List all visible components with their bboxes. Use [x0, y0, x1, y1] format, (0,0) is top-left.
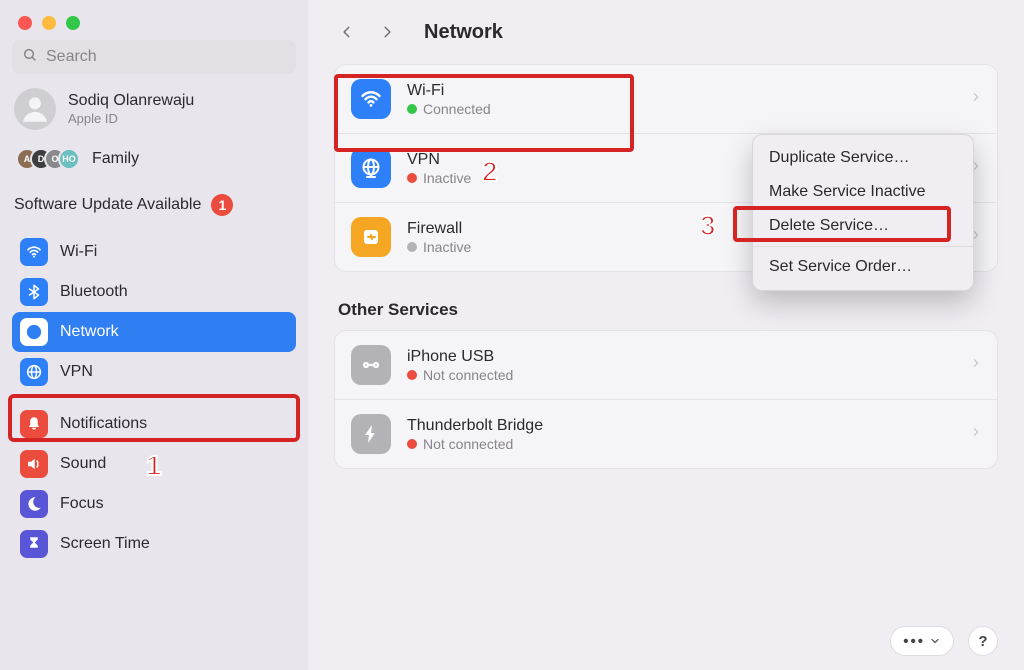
- minimize-window-button[interactable]: [42, 16, 56, 30]
- service-status: Inactive: [423, 170, 471, 186]
- bluetooth-icon: [20, 278, 48, 306]
- sidebar-item-label: Screen Time: [60, 535, 150, 553]
- service-status: Not connected: [423, 436, 513, 452]
- close-window-button[interactable]: [18, 16, 32, 30]
- sidebar-item-label: VPN: [60, 363, 93, 381]
- sidebar-item-family[interactable]: A D O HO Family: [12, 148, 296, 170]
- service-label: Thunderbolt Bridge: [407, 417, 543, 435]
- sidebar-item-label: Focus: [60, 495, 104, 513]
- sidebar-item-network[interactable]: Network: [12, 312, 296, 352]
- status-dot-icon: [407, 104, 417, 114]
- service-label: Firewall: [407, 220, 471, 238]
- speaker-icon: [20, 450, 48, 478]
- account-sub: Apple ID: [68, 111, 194, 126]
- service-row-wifi[interactable]: Wi-Fi Connected: [335, 65, 997, 133]
- status-dot-icon: [407, 370, 417, 380]
- sidebar: Search Sodiq Olanrewaju Apple ID A D O H…: [0, 0, 308, 670]
- sidebar-item-label: Wi-Fi: [60, 243, 97, 261]
- menu-item-make-inactive[interactable]: Make Service Inactive: [753, 175, 973, 209]
- sidebar-item-label: Network: [60, 323, 119, 341]
- service-label: VPN: [407, 151, 471, 169]
- window-root: Search Sodiq Olanrewaju Apple ID A D O H…: [0, 0, 1024, 670]
- sidebar-item-notifications[interactable]: Notifications: [12, 404, 296, 444]
- service-status: Inactive: [423, 239, 471, 255]
- zoom-window-button[interactable]: [66, 16, 80, 30]
- status-dot-icon: [407, 439, 417, 449]
- chevron-right-icon: [971, 355, 981, 376]
- globe-icon: [20, 358, 48, 386]
- software-update-row[interactable]: Software Update Available 1: [12, 194, 296, 216]
- search-icon: [22, 47, 38, 68]
- avatar: [14, 88, 56, 130]
- other-services-card: iPhone USB Not connected Thunderbolt Bri…: [334, 330, 998, 469]
- sidebar-item-label: Notifications: [60, 415, 147, 433]
- wifi-icon: [351, 79, 391, 119]
- firewall-icon: [351, 217, 391, 257]
- menu-item-set-order[interactable]: Set Service Order…: [753, 250, 973, 284]
- wifi-icon: [20, 238, 48, 266]
- page-title: Network: [424, 21, 503, 44]
- hourglass-icon: [20, 530, 48, 558]
- account-name: Sodiq Olanrewaju: [68, 92, 194, 110]
- service-label: iPhone USB: [407, 348, 513, 366]
- menu-item-delete-service[interactable]: Delete Service…: [753, 209, 973, 243]
- chevron-right-icon: [971, 424, 981, 445]
- software-update-label: Software Update Available: [14, 196, 201, 214]
- sidebar-item-wifi[interactable]: Wi-Fi: [12, 232, 296, 272]
- service-label: Wi-Fi: [407, 82, 491, 100]
- search-input[interactable]: Search: [12, 40, 296, 74]
- context-menu: Duplicate Service… Make Service Inactive…: [752, 134, 974, 291]
- sidebar-item-label: Bluetooth: [60, 283, 128, 301]
- sidebar-item-sound[interactable]: Sound: [12, 444, 296, 484]
- sidebar-item-screen-time[interactable]: Screen Time: [12, 524, 296, 564]
- apple-id-account[interactable]: Sodiq Olanrewaju Apple ID: [12, 88, 296, 130]
- search-placeholder: Search: [46, 48, 97, 66]
- bell-icon: [20, 410, 48, 438]
- forward-button[interactable]: [374, 17, 400, 47]
- account-text: Sodiq Olanrewaju Apple ID: [68, 92, 194, 126]
- status-dot-icon: [407, 173, 417, 183]
- family-avatars: A D O HO: [16, 148, 80, 170]
- moon-icon: [20, 490, 48, 518]
- update-badge: 1: [211, 194, 233, 216]
- thunderbolt-icon: [351, 414, 391, 454]
- globe-icon: [351, 148, 391, 188]
- help-button[interactable]: ?: [968, 626, 998, 656]
- more-actions-button[interactable]: •••: [890, 626, 954, 656]
- section-title-other-services: Other Services: [338, 300, 998, 320]
- traffic-lights: [12, 10, 296, 40]
- sidebar-item-bluetooth[interactable]: Bluetooth: [12, 272, 296, 312]
- service-row-thunderbolt-bridge[interactable]: Thunderbolt Bridge Not connected: [335, 399, 997, 468]
- titlebar: Network: [334, 0, 998, 64]
- back-button[interactable]: [334, 17, 360, 47]
- chevron-right-icon: [971, 89, 981, 110]
- sidebar-item-vpn[interactable]: VPN: [12, 352, 296, 392]
- globe-icon: [20, 318, 48, 346]
- family-label: Family: [92, 150, 139, 168]
- usb-icon: [351, 345, 391, 385]
- sidebar-item-focus[interactable]: Focus: [12, 484, 296, 524]
- service-status: Connected: [423, 101, 491, 117]
- status-dot-icon: [407, 242, 417, 252]
- service-status: Not connected: [423, 367, 513, 383]
- main-pane: Network Wi-Fi Connected VPN I: [308, 0, 1024, 670]
- service-row-iphone-usb[interactable]: iPhone USB Not connected: [335, 331, 997, 399]
- sidebar-item-label: Sound: [60, 455, 106, 473]
- footer: ••• ?: [890, 626, 998, 656]
- sidebar-list: Wi-Fi Bluetooth Network VPN: [12, 232, 296, 564]
- menu-item-duplicate-service[interactable]: Duplicate Service…: [753, 141, 973, 175]
